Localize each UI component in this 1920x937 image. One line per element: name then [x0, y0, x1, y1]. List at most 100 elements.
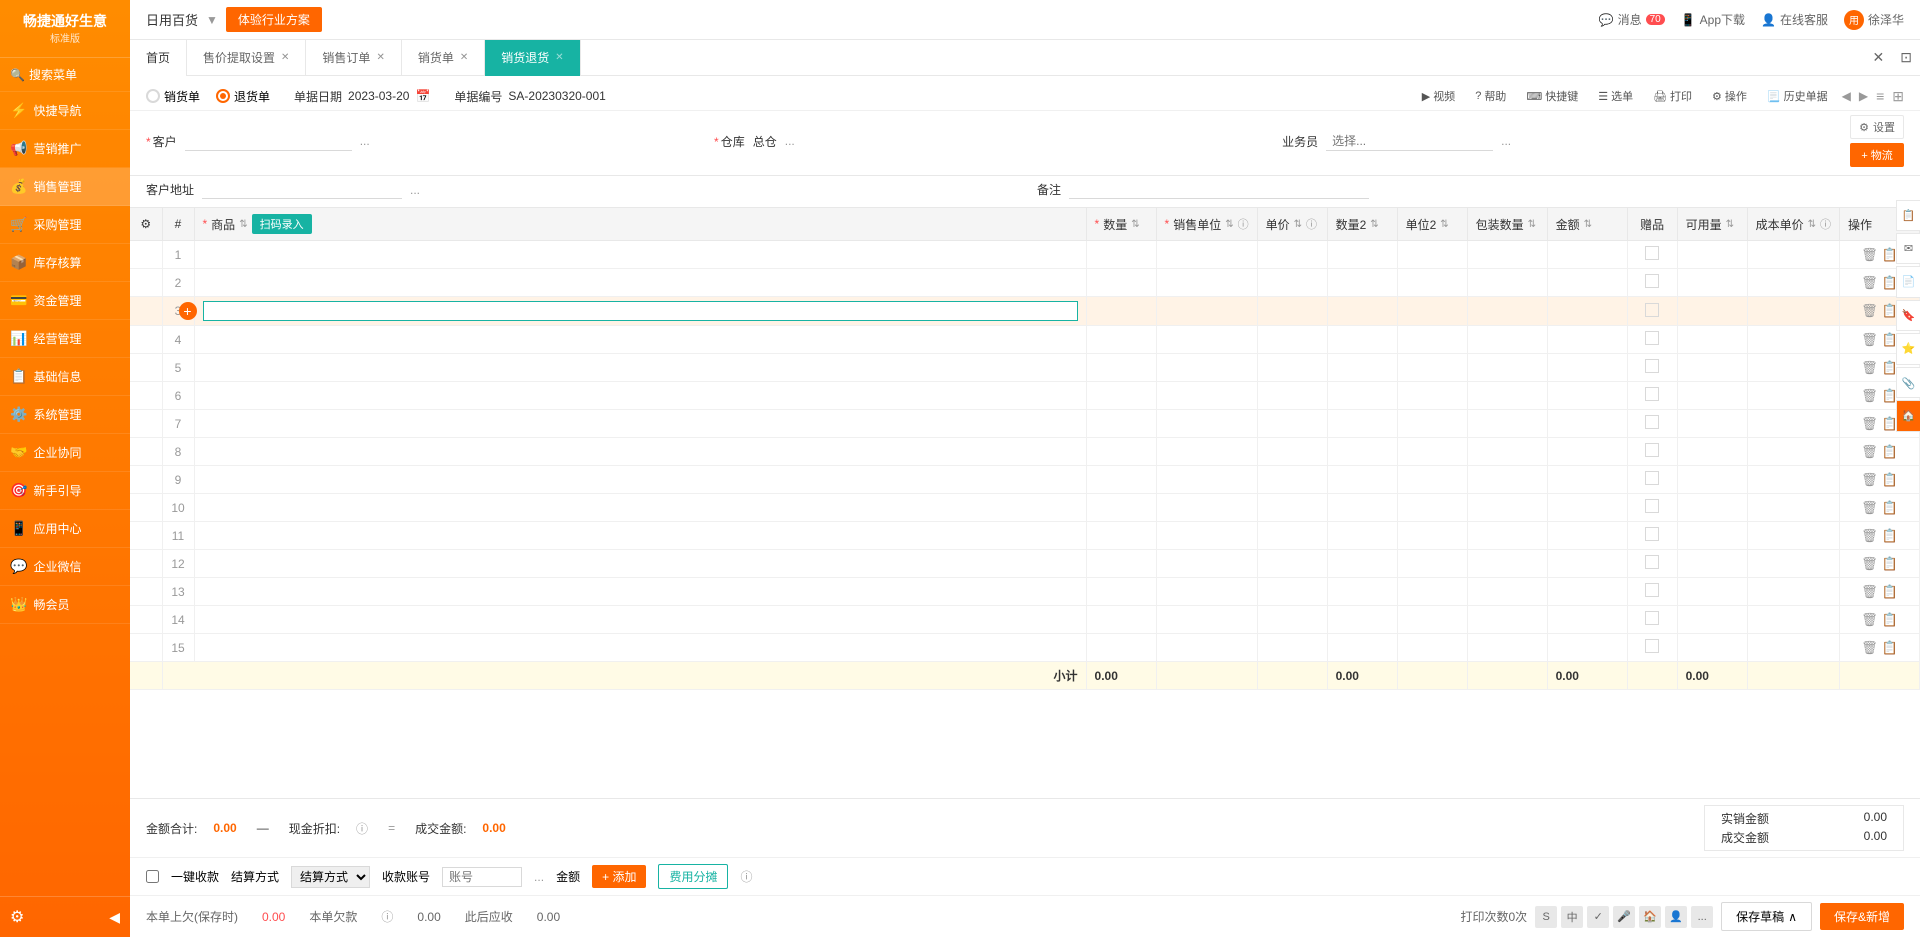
settings-icon[interactable]: ⚙: [10, 907, 24, 927]
row-product-8[interactable]: [194, 438, 1086, 466]
row-copy-12[interactable]: 📋: [1882, 556, 1898, 572]
row-price-13[interactable]: [1257, 578, 1327, 606]
row-delete-5[interactable]: 🗑: [1861, 360, 1878, 376]
sidebar-item-enterprise[interactable]: 🤝 企业协同: [0, 434, 130, 472]
row-amount-15[interactable]: [1547, 634, 1627, 662]
row-amount-10[interactable]: [1547, 494, 1627, 522]
tab-sales-order-close[interactable]: ✕: [376, 52, 384, 63]
prev-record[interactable]: ◀: [1842, 89, 1851, 103]
select-btn[interactable]: ☰ 选单: [1592, 86, 1639, 106]
row-gift-14[interactable]: [1627, 606, 1677, 634]
row-pack-2[interactable]: [1467, 269, 1547, 297]
row-qty2-9[interactable]: [1327, 466, 1397, 494]
row-price-9[interactable]: [1257, 466, 1327, 494]
row-delete-15[interactable]: 🗑: [1861, 640, 1878, 656]
row-unit2-5[interactable]: [1397, 354, 1467, 382]
row-qty2-2[interactable]: [1327, 269, 1397, 297]
row-qty-1[interactable]: [1086, 241, 1156, 269]
row-cost-10[interactable]: [1747, 494, 1839, 522]
row-copy-14[interactable]: 📋: [1882, 612, 1898, 628]
th-qty[interactable]: * 数量 ⇅: [1086, 208, 1156, 241]
row-gift-7[interactable]: [1627, 410, 1677, 438]
gift-checkbox-6[interactable]: [1645, 387, 1659, 401]
app-download-item[interactable]: 📱 App下载: [1681, 11, 1745, 28]
gift-checkbox-4[interactable]: [1645, 331, 1659, 345]
radio-sales[interactable]: 销货单: [146, 88, 200, 105]
row-unit2-11[interactable]: [1397, 522, 1467, 550]
row-unit2-2[interactable]: [1397, 269, 1467, 297]
video-btn[interactable]: ▶ 视频: [1416, 86, 1461, 106]
customer-input[interactable]: [185, 132, 352, 151]
row-price-7[interactable]: [1257, 410, 1327, 438]
row-price-6[interactable]: [1257, 382, 1327, 410]
logistics-btn[interactable]: + 物流: [1850, 143, 1904, 167]
row-delete-4[interactable]: 🗑: [1861, 332, 1878, 348]
row-avail-8[interactable]: [1677, 438, 1747, 466]
row-cost-4[interactable]: [1747, 326, 1839, 354]
notification-item[interactable]: 💬 消息 70: [1599, 11, 1665, 28]
row-qty-13[interactable]: [1086, 578, 1156, 606]
split-info-icon[interactable]: ⓘ: [740, 868, 752, 885]
row-unit2-7[interactable]: [1397, 410, 1467, 438]
single-owe-indicator[interactable]: ⓘ: [381, 908, 393, 925]
right-action-doc[interactable]: 📄: [1896, 266, 1920, 297]
row-cost-3[interactable]: [1747, 297, 1839, 326]
row-pack-9[interactable]: [1467, 466, 1547, 494]
address-input[interactable]: [202, 180, 402, 199]
one-click-checkbox[interactable]: [146, 870, 159, 883]
add-payment-btn[interactable]: + 添加: [592, 865, 646, 888]
row-cost-7[interactable]: [1747, 410, 1839, 438]
row-avail-6[interactable]: [1677, 382, 1747, 410]
row-avail-1[interactable]: [1677, 241, 1747, 269]
row-amount-4[interactable]: [1547, 326, 1627, 354]
row-gift-8[interactable]: [1627, 438, 1677, 466]
row-product-5[interactable]: [194, 354, 1086, 382]
row-cost-6[interactable]: [1747, 382, 1839, 410]
row-cost-8[interactable]: [1747, 438, 1839, 466]
gift-checkbox-9[interactable]: [1645, 471, 1659, 485]
tab-sales-delivery-close[interactable]: ✕: [460, 52, 468, 63]
row-unit-2[interactable]: [1156, 269, 1257, 297]
row-unit2-15[interactable]: [1397, 634, 1467, 662]
row-qty-15[interactable]: [1086, 634, 1156, 662]
tab-price-settings-close[interactable]: ✕: [281, 52, 289, 63]
sidebar-item-guide[interactable]: 🎯 新手引导: [0, 472, 130, 510]
row-unit2-10[interactable]: [1397, 494, 1467, 522]
row-avail-13[interactable]: [1677, 578, 1747, 606]
row-delete-9[interactable]: 🗑: [1861, 472, 1878, 488]
gift-checkbox-8[interactable]: [1645, 443, 1659, 457]
row-qty-3[interactable]: [1086, 297, 1156, 326]
row-delete-11[interactable]: 🗑: [1861, 528, 1878, 544]
row-qty-2[interactable]: [1086, 269, 1156, 297]
row-price-8[interactable]: [1257, 438, 1327, 466]
row-gift-10[interactable]: [1627, 494, 1677, 522]
row-pack-5[interactable]: [1467, 354, 1547, 382]
row-unit-13[interactable]: [1156, 578, 1257, 606]
row-gift-3[interactable]: [1627, 297, 1677, 326]
row-unit-14[interactable]: [1156, 606, 1257, 634]
scan-btn[interactable]: 扫码录入: [252, 214, 312, 234]
row-product-12[interactable]: [194, 550, 1086, 578]
row-amount-6[interactable]: [1547, 382, 1627, 410]
right-action-bookmark[interactable]: 🔖: [1896, 300, 1920, 331]
row-avail-12[interactable]: [1677, 550, 1747, 578]
user-item[interactable]: 用 徐泽华: [1844, 10, 1904, 30]
row-qty-12[interactable]: [1086, 550, 1156, 578]
account-input[interactable]: [442, 867, 522, 887]
row-unit2-1[interactable]: [1397, 241, 1467, 269]
sidebar-item-system[interactable]: ⚙️ 系统管理: [0, 396, 130, 434]
row-price-2[interactable]: [1257, 269, 1327, 297]
row-gift-2[interactable]: [1627, 269, 1677, 297]
row-product-10[interactable]: [194, 494, 1086, 522]
sidebar-item-operations[interactable]: 📊 经营管理: [0, 320, 130, 358]
tool-icon-4[interactable]: 🎤: [1613, 906, 1635, 928]
row-amount-12[interactable]: [1547, 550, 1627, 578]
row-amount-14[interactable]: [1547, 606, 1627, 634]
row-qty-6[interactable]: [1086, 382, 1156, 410]
help-btn[interactable]: ? 帮助: [1469, 86, 1512, 106]
gift-checkbox-5[interactable]: [1645, 359, 1659, 373]
row-qty-10[interactable]: [1086, 494, 1156, 522]
row-qty2-8[interactable]: [1327, 438, 1397, 466]
row-price-11[interactable]: [1257, 522, 1327, 550]
collapse-icon[interactable]: ◀: [109, 909, 120, 926]
